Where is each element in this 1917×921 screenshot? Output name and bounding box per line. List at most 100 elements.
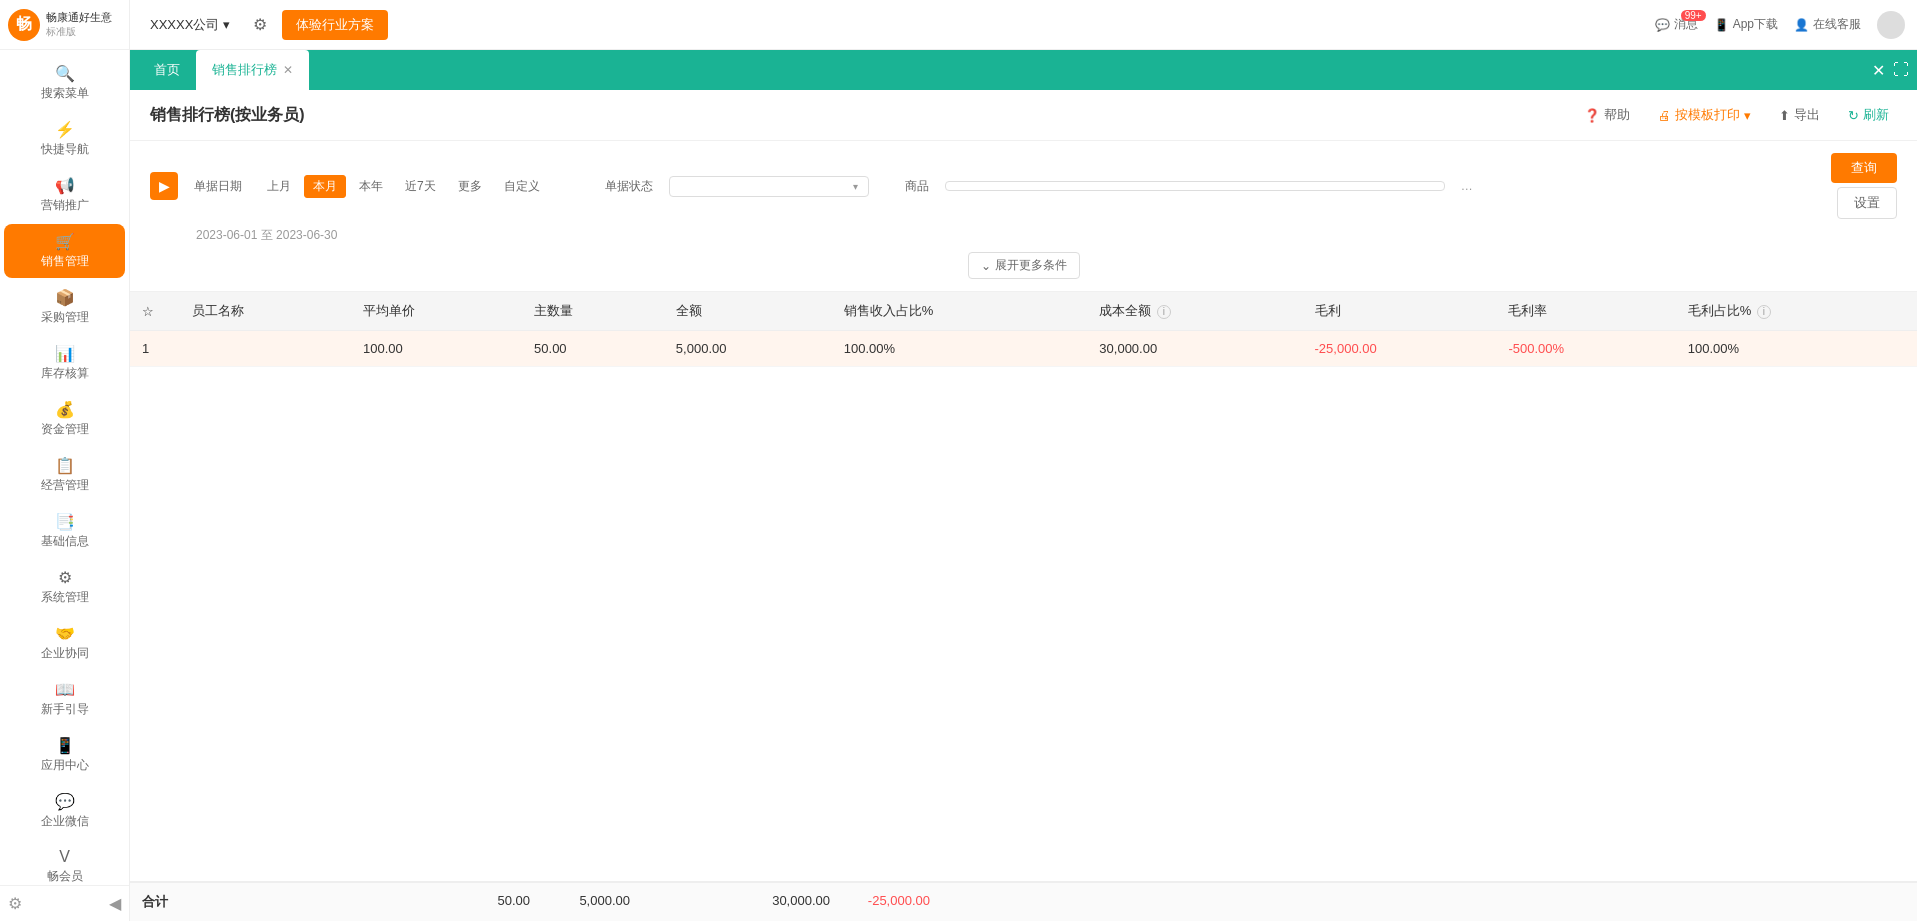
sidebar-item-12[interactable]: 📱应用中心 — [4, 728, 125, 782]
cell-cost-0: 30,000.00 — [1087, 331, 1302, 367]
message-button[interactable]: 💬 消息 99+ — [1655, 16, 1698, 33]
expand-more-button[interactable]: ⌄ 展开更多条件 — [968, 252, 1080, 279]
refresh-button[interactable]: ↻ 刷新 — [1840, 102, 1897, 128]
sidebar-item-13[interactable]: 💬企业微信 — [4, 784, 125, 838]
sidebar-label-3: 销售管理 — [41, 253, 89, 270]
sidebar-item-9[interactable]: ⚙系统管理 — [4, 560, 125, 614]
content-area: 销售排行榜(按业务员) ❓ 帮助 🖨 按模板打印 ▾ ⬆ 导出 ↻ 刷新 — [130, 90, 1917, 921]
collapse-icon[interactable]: ◀ — [109, 894, 121, 913]
logo-sub: 标准版 — [46, 25, 112, 39]
sidebar-icon-11: 📖 — [55, 680, 75, 699]
window-close-icon[interactable]: ✕ — [1872, 61, 1885, 80]
date-range-display: 2023-06-01 至 2023-06-30 — [196, 227, 337, 244]
tab-home[interactable]: 首页 — [138, 50, 196, 90]
footer-cells: 50.00 5,000.00 30,000.00 -25,000.00 — [342, 893, 942, 911]
date-btn-7days[interactable]: 近7天 — [396, 175, 445, 198]
sidebar-item-6[interactable]: 💰资金管理 — [4, 392, 125, 446]
sidebar-icon-14: V — [59, 848, 70, 866]
more-filters-button[interactable]: … — [1461, 179, 1473, 193]
topbar-gear-button[interactable]: ⚙ — [246, 11, 274, 39]
col-cost: 成本全额 i — [1087, 292, 1302, 331]
sidebar-item-5[interactable]: 📊库存核算 — [4, 336, 125, 390]
goods-filter-label: 商品 — [905, 178, 929, 195]
help-button[interactable]: ❓ 帮助 — [1576, 102, 1638, 128]
export-button[interactable]: ⬆ 导出 — [1771, 102, 1828, 128]
settings-bottom-icon[interactable]: ⚙ — [8, 894, 22, 913]
trial-button[interactable]: 体验行业方案 — [282, 10, 388, 40]
sidebar-label-9: 系统管理 — [41, 589, 89, 606]
cell-amount-0: 5,000.00 — [664, 331, 832, 367]
query-button[interactable]: 查询 — [1831, 153, 1897, 183]
filter-collapse-button[interactable]: ▶ — [150, 172, 178, 200]
sidebar-label-5: 库存核算 — [41, 365, 89, 382]
sidebar-label-10: 企业协同 — [41, 645, 89, 662]
date-filter-buttons: 上月 本月 本年 近7天 更多 自定义 — [258, 175, 549, 198]
col-main-qty: 主数量 — [522, 292, 664, 331]
status-filter-select[interactable]: ▾ — [669, 176, 869, 197]
cell-avg-price-0: 100.00 — [351, 331, 522, 367]
date-btn-this-year[interactable]: 本年 — [350, 175, 392, 198]
print-icon: 🖨 — [1658, 108, 1671, 123]
sidebar-item-3[interactable]: 🛒 销售管理 — [4, 224, 125, 278]
tab-close-icon[interactable]: ✕ — [283, 63, 293, 77]
sidebar-label-12: 应用中心 — [41, 757, 89, 774]
goods-filter-input[interactable] — [945, 181, 1445, 191]
page-actions: ❓ 帮助 🖨 按模板打印 ▾ ⬆ 导出 ↻ 刷新 — [1576, 102, 1897, 128]
tabbar-actions: ✕ ⛶ — [1872, 61, 1909, 80]
footer-sales-pct — [642, 893, 742, 911]
settings-button[interactable]: 设置 — [1837, 187, 1897, 219]
date-btn-custom[interactable]: 自定义 — [495, 175, 549, 198]
sidebar-item-2[interactable]: 📢营销推广 — [4, 168, 125, 222]
app-download-button[interactable]: 📱 App下载 — [1714, 16, 1778, 33]
tab-sales-ranking[interactable]: 销售排行榜 ✕ — [196, 50, 309, 90]
date-btn-more[interactable]: 更多 — [449, 175, 491, 198]
sidebar-item-10[interactable]: 🤝 企业协同 — [4, 616, 125, 670]
status-chevron-icon: ▾ — [853, 181, 858, 192]
user-avatar[interactable] — [1877, 11, 1905, 39]
print-chevron-icon: ▾ — [1744, 108, 1751, 123]
col-name: 员工名称 — [180, 292, 351, 331]
cell-main-qty-0: 50.00 — [522, 331, 664, 367]
sidebar-label-6: 资金管理 — [41, 421, 89, 438]
sidebar-label-13: 企业微信 — [41, 813, 89, 830]
cell-sales-pct-0: 100.00% — [832, 331, 1088, 367]
sidebar-item-0[interactable]: 🔍搜索菜单 — [4, 56, 125, 110]
date-btn-this-month[interactable]: 本月 — [304, 175, 346, 198]
sidebar-item-11[interactable]: 📖新手引导 — [4, 672, 125, 726]
sidebar-item-4[interactable]: 📦采购管理 — [4, 280, 125, 334]
sidebar-item-1[interactable]: ⚡快捷导航 — [4, 112, 125, 166]
gross-pct-info-icon[interactable]: i — [1757, 305, 1771, 319]
table-header: ☆ 员工名称 平均单价 主数量 全额 销售收入占比% 成本全额 i 毛利 毛利率… — [130, 292, 1917, 331]
sidebar-label-7: 经营管理 — [41, 477, 89, 494]
topbar-left: XXXXX公司 ▾ ⚙ 体验行业方案 — [142, 10, 388, 40]
sidebar-item-8[interactable]: 📑基础信息 — [4, 504, 125, 558]
company-selector[interactable]: XXXXX公司 ▾ — [142, 12, 238, 38]
message-badge: 99+ — [1681, 10, 1706, 21]
status-filter-label: 单据状态 — [605, 178, 653, 195]
sidebar-icon-10: 🤝 — [55, 624, 75, 643]
window-expand-icon[interactable]: ⛶ — [1893, 61, 1909, 79]
sidebar-icon-3: 🛒 — [55, 232, 75, 251]
sidebar-label-0: 搜索菜单 — [41, 85, 89, 102]
col-gross: 毛利 — [1303, 292, 1497, 331]
sidebar-label-14: 畅会员 — [47, 868, 83, 885]
footer-main-qty: 50.00 — [442, 893, 542, 911]
sidebar-icon-1: ⚡ — [55, 120, 75, 139]
cell-rank-0: 1 — [130, 331, 180, 367]
page-title: 销售排行榜(按业务员) — [150, 105, 305, 126]
table-row: 1 100.00 50.00 5,000.00 100.00% 30,000.0… — [130, 331, 1917, 367]
print-button[interactable]: 🖨 按模板打印 ▾ — [1650, 102, 1759, 128]
export-icon: ⬆ — [1779, 108, 1790, 123]
table-footer: 合计 50.00 5,000.00 30,000.00 -25,000.00 — [130, 881, 1917, 921]
footer-cost: 30,000.00 — [742, 893, 842, 911]
online-service-button[interactable]: 👤 在线客服 — [1794, 16, 1861, 33]
logo-icon: 畅 — [8, 9, 40, 41]
cell-gross-rate-0: -500.00% — [1496, 331, 1675, 367]
cost-info-icon[interactable]: i — [1157, 305, 1171, 319]
sidebar-item-14[interactable]: V 畅会员 — [4, 840, 125, 885]
sidebar-label-4: 采购管理 — [41, 309, 89, 326]
sidebar-item-7[interactable]: 📋经营管理 — [4, 448, 125, 502]
topbar-right: 💬 消息 99+ 📱 App下载 👤 在线客服 — [1655, 11, 1905, 39]
col-amount: 全额 — [664, 292, 832, 331]
date-btn-last-month[interactable]: 上月 — [258, 175, 300, 198]
